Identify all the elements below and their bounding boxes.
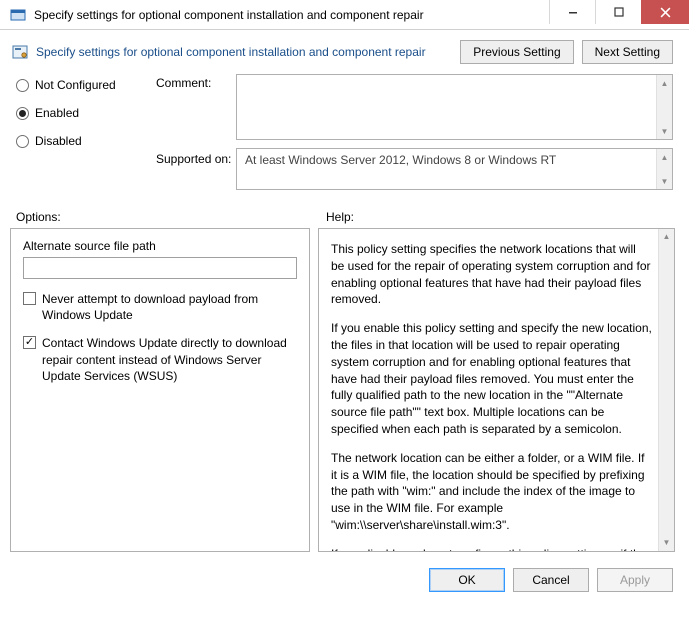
scroll-up-icon: ▲ (659, 229, 674, 245)
radio-enabled[interactable]: Enabled (16, 106, 156, 120)
radio-disabled[interactable]: Disabled (16, 134, 156, 148)
scroll-down-icon: ▼ (657, 123, 672, 139)
help-paragraph: The network location can be either a fol… (331, 450, 652, 534)
config-area: Not Configured Enabled Disabled Comment:… (0, 74, 689, 206)
alternate-source-input[interactable] (23, 257, 297, 279)
minimize-button[interactable] (549, 0, 595, 24)
header-strip: Specify settings for optional component … (0, 30, 689, 74)
checkbox-never-download[interactable]: Never attempt to download payload from W… (23, 291, 297, 323)
radio-label: Enabled (35, 106, 79, 120)
help-paragraph: If you disable or do not configure this … (331, 546, 652, 552)
supported-on-text: At least Windows Server 2012, Windows 8 … (236, 148, 673, 190)
title-bar: Specify settings for optional component … (0, 0, 689, 30)
checkbox-label: Never attempt to download payload from W… (42, 291, 297, 323)
scrollbar[interactable]: ▲ ▼ (656, 149, 672, 189)
close-button[interactable] (641, 0, 689, 24)
help-paragraph: This policy setting specifies the networ… (331, 241, 652, 308)
apply-button[interactable]: Apply (597, 568, 673, 592)
scrollbar[interactable]: ▲ ▼ (656, 75, 672, 139)
panel-labels: Options: Help: (0, 206, 689, 228)
checkbox-icon (23, 292, 36, 305)
maximize-button[interactable] (595, 0, 641, 24)
comment-textarea[interactable]: ▲ ▼ (236, 74, 673, 140)
policy-icon (12, 44, 28, 60)
scroll-up-icon: ▲ (657, 75, 672, 91)
checkbox-icon (23, 336, 36, 349)
next-setting-button[interactable]: Next Setting (582, 40, 673, 64)
ok-button[interactable]: OK (429, 568, 505, 592)
dialog-button-bar: OK Cancel Apply (0, 560, 689, 602)
help-panel: This policy setting specifies the networ… (318, 228, 675, 552)
scroll-up-icon: ▲ (657, 149, 672, 165)
state-radio-group: Not Configured Enabled Disabled (16, 74, 156, 148)
previous-setting-button[interactable]: Previous Setting (460, 40, 573, 64)
scroll-down-icon: ▼ (657, 173, 672, 189)
header-description: Specify settings for optional component … (36, 45, 452, 59)
window-controls (549, 0, 689, 29)
options-panel: Alternate source file path Never attempt… (10, 228, 310, 552)
cancel-button[interactable]: Cancel (513, 568, 589, 592)
radio-not-configured[interactable]: Not Configured (16, 78, 156, 92)
app-icon (10, 7, 26, 23)
scrollbar[interactable]: ▲ ▼ (658, 229, 674, 551)
radio-icon (16, 135, 29, 148)
help-label: Help: (326, 210, 673, 224)
radio-label: Disabled (35, 134, 82, 148)
supported-on-value: At least Windows Server 2012, Windows 8 … (245, 153, 556, 167)
radio-icon (16, 79, 29, 92)
checkbox-contact-wu[interactable]: Contact Windows Update directly to downl… (23, 335, 297, 384)
checkbox-label: Contact Windows Update directly to downl… (42, 335, 297, 384)
window-title: Specify settings for optional component … (34, 8, 549, 22)
supported-on-label: Supported on: (156, 148, 236, 166)
options-label: Options: (16, 210, 314, 224)
panels: Alternate source file path Never attempt… (0, 228, 689, 560)
radio-icon (16, 107, 29, 120)
alternate-source-label: Alternate source file path (23, 239, 297, 253)
radio-label: Not Configured (35, 78, 116, 92)
comment-label: Comment: (156, 74, 236, 90)
scroll-down-icon: ▼ (659, 535, 674, 551)
help-paragraph: If you enable this policy setting and sp… (331, 320, 652, 438)
